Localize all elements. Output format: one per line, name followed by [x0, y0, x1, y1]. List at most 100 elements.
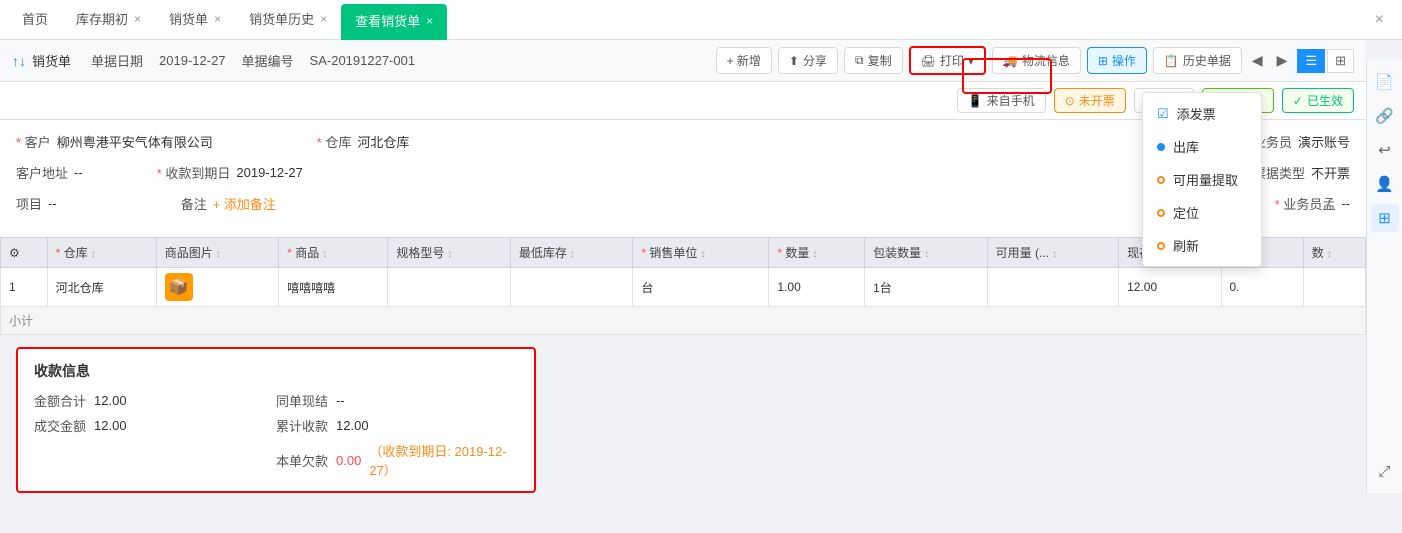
cell-current: 12.00: [1119, 268, 1221, 307]
date-label: 单据日期: [91, 51, 143, 70]
new-button[interactable]: + 新增: [716, 47, 772, 74]
tab-view-sales[interactable]: 查看销货单 ×: [341, 4, 447, 40]
cell-seq: 1: [1, 268, 48, 307]
print-icon: 🖨: [921, 54, 936, 68]
grid-view-button[interactable]: ⊞: [1327, 49, 1354, 73]
cell-unit: 台: [633, 268, 769, 307]
col-image: 商品图片↕: [156, 238, 279, 268]
phone-button[interactable]: 📱 来自手机: [957, 88, 1046, 113]
warehouse-field: 仓库 河北仓库: [317, 132, 410, 151]
tab-inventory-close[interactable]: ×: [134, 12, 141, 26]
salesperson-value: --: [1341, 196, 1350, 211]
cell-pack-qty: 1台: [865, 268, 988, 307]
transaction-row: 成交金额 12.00: [34, 416, 276, 435]
col-pack-qty: 包装数量↕: [865, 238, 988, 268]
col-warehouse: 仓库↕: [47, 238, 156, 268]
customer-field: 客户 柳州粤港平安气体有限公司: [16, 132, 213, 151]
share-button[interactable]: ⬆ 分享: [778, 47, 838, 74]
refresh-label: 刷新: [1173, 236, 1199, 255]
col-product: 商品↕: [279, 238, 388, 268]
effective-label: 已生效: [1307, 92, 1343, 109]
cell-min-stock: [510, 268, 633, 307]
employee-field: 业务员 演示账号: [1253, 132, 1350, 151]
doc-title-text: 销货单: [32, 51, 71, 70]
sidebar-link-icon[interactable]: 🔗: [1371, 102, 1399, 130]
tab-history-label: 销货单历史: [249, 9, 314, 28]
print-dropdown-arrow[interactable]: ▾: [968, 54, 974, 68]
col-gear[interactable]: ⚙: [1, 238, 48, 268]
window-close[interactable]: ×: [1365, 11, 1394, 29]
col-unit: 销售单位↕: [633, 238, 769, 268]
add-invoice-label: 添发票: [1177, 104, 1216, 123]
phone-icon: 📱: [968, 94, 983, 108]
radio-dot-locate: [1157, 209, 1165, 217]
transaction-value: 12.00: [94, 418, 127, 433]
next-arrow[interactable]: ▶: [1273, 50, 1292, 71]
logistics-label: 物流信息: [1022, 52, 1070, 69]
cell-warehouse: 河北仓库: [47, 268, 156, 307]
operations-dropdown: ☑ 添发票 出库 可用量提取 定位 刷新: [1142, 92, 1262, 267]
arrears-note: （收款到期日: 2019-12-27）: [369, 441, 518, 479]
salesperson-label: 业务员孟: [1275, 194, 1336, 213]
project-field: 项目 --: [16, 194, 57, 213]
sidebar-user-icon[interactable]: 👤: [1371, 170, 1399, 198]
product-thumbnail: 📦: [165, 273, 193, 301]
subtotal-row: 小计: [1, 307, 1366, 335]
print-button[interactable]: 🖨 打印 ▾: [909, 46, 986, 75]
view-toggle: ☰ ⊞: [1297, 49, 1354, 73]
history-button[interactable]: 📋 历史单据: [1153, 47, 1242, 74]
not-open-button[interactable]: ⊙ 未开票: [1054, 88, 1126, 113]
project-value: --: [48, 196, 57, 211]
tab-view-label: 查看销货单: [355, 11, 420, 30]
dropdown-locate[interactable]: 定位: [1143, 196, 1261, 229]
tab-home-label: 首页: [22, 9, 48, 28]
sidebar-return-icon[interactable]: ↩: [1371, 136, 1399, 164]
tab-sales-close[interactable]: ×: [214, 12, 221, 26]
tab-inventory-init[interactable]: 库存期初 ×: [62, 0, 155, 40]
effective-button[interactable]: ✓ 已生效: [1282, 88, 1354, 113]
outbound-label: 出库: [1173, 137, 1199, 156]
transaction-label: 成交金额: [34, 416, 86, 435]
tab-bar: 首页 库存期初 × 销货单 × 销货单历史 × 查看销货单 × ×: [0, 0, 1402, 40]
print-label: 打印: [940, 52, 964, 69]
dropdown-outbound[interactable]: 出库: [1143, 130, 1261, 163]
prev-arrow[interactable]: ◀: [1248, 50, 1267, 71]
customer-value: 柳州粤港平安气体有限公司: [57, 132, 213, 151]
tab-sales-history[interactable]: 销货单历史 ×: [235, 0, 341, 40]
list-view-button[interactable]: ☰: [1297, 49, 1325, 73]
payment-info-grid: 金额合计 12.00 同单现结 -- 成交金额 12.00 累计收款 12.00: [34, 391, 518, 479]
copy-button[interactable]: ⧉ 复制: [844, 47, 903, 74]
tab-home[interactable]: 首页: [8, 0, 62, 40]
same-order-row: 同单现结 --: [276, 391, 518, 410]
history-label: 历史单据: [1183, 52, 1231, 69]
cell-available: [987, 268, 1118, 307]
copy-icon: ⧉: [855, 53, 864, 68]
address-label: 客户地址: [16, 163, 68, 182]
sidebar-expand-icon[interactable]: ⤢: [1371, 457, 1399, 485]
total-value: 12.00: [94, 393, 127, 408]
tab-inventory-label: 库存期初: [76, 9, 128, 28]
doc-toolbar: ↑↓ 销货单 单据日期 2019-12-27 单据编号 SA-20191227-…: [0, 40, 1366, 82]
available-qty-label: 可用量提取: [1173, 170, 1238, 189]
salesperson-field: 业务员孟 --: [1275, 194, 1350, 213]
cumulative-row: 累计收款 12.00: [276, 416, 518, 435]
share-icon: ⬆: [789, 54, 799, 68]
tab-history-close[interactable]: ×: [320, 12, 327, 26]
dropdown-add-invoice[interactable]: ☑ 添发票: [1143, 97, 1261, 130]
not-open-icon: ⊙: [1065, 94, 1075, 108]
invoice-value: 不开票: [1311, 163, 1350, 182]
sidebar-doc-icon[interactable]: 📄: [1371, 68, 1399, 96]
not-open-label: 未开票: [1079, 92, 1115, 109]
add-note-button[interactable]: 添加备注: [213, 194, 276, 213]
sidebar-chart-icon[interactable]: ⊞: [1371, 204, 1399, 232]
tab-view-close[interactable]: ×: [426, 14, 433, 28]
operations-button[interactable]: ⊞ 操作: [1087, 47, 1147, 74]
tab-sales-order[interactable]: 销货单 ×: [155, 0, 235, 40]
tab-sales-label: 销货单: [169, 9, 208, 28]
col-qty: 数量↕: [769, 238, 865, 268]
payment-info-box: 收款信息 金额合计 12.00 同单现结 -- 成交金额 12.00 累计收款 …: [16, 347, 536, 493]
operations-label: 操作: [1112, 52, 1136, 69]
dropdown-refresh[interactable]: 刷新: [1143, 229, 1261, 262]
logistics-button[interactable]: 🚚 物流信息: [992, 47, 1081, 74]
dropdown-available-qty[interactable]: 可用量提取: [1143, 163, 1261, 196]
